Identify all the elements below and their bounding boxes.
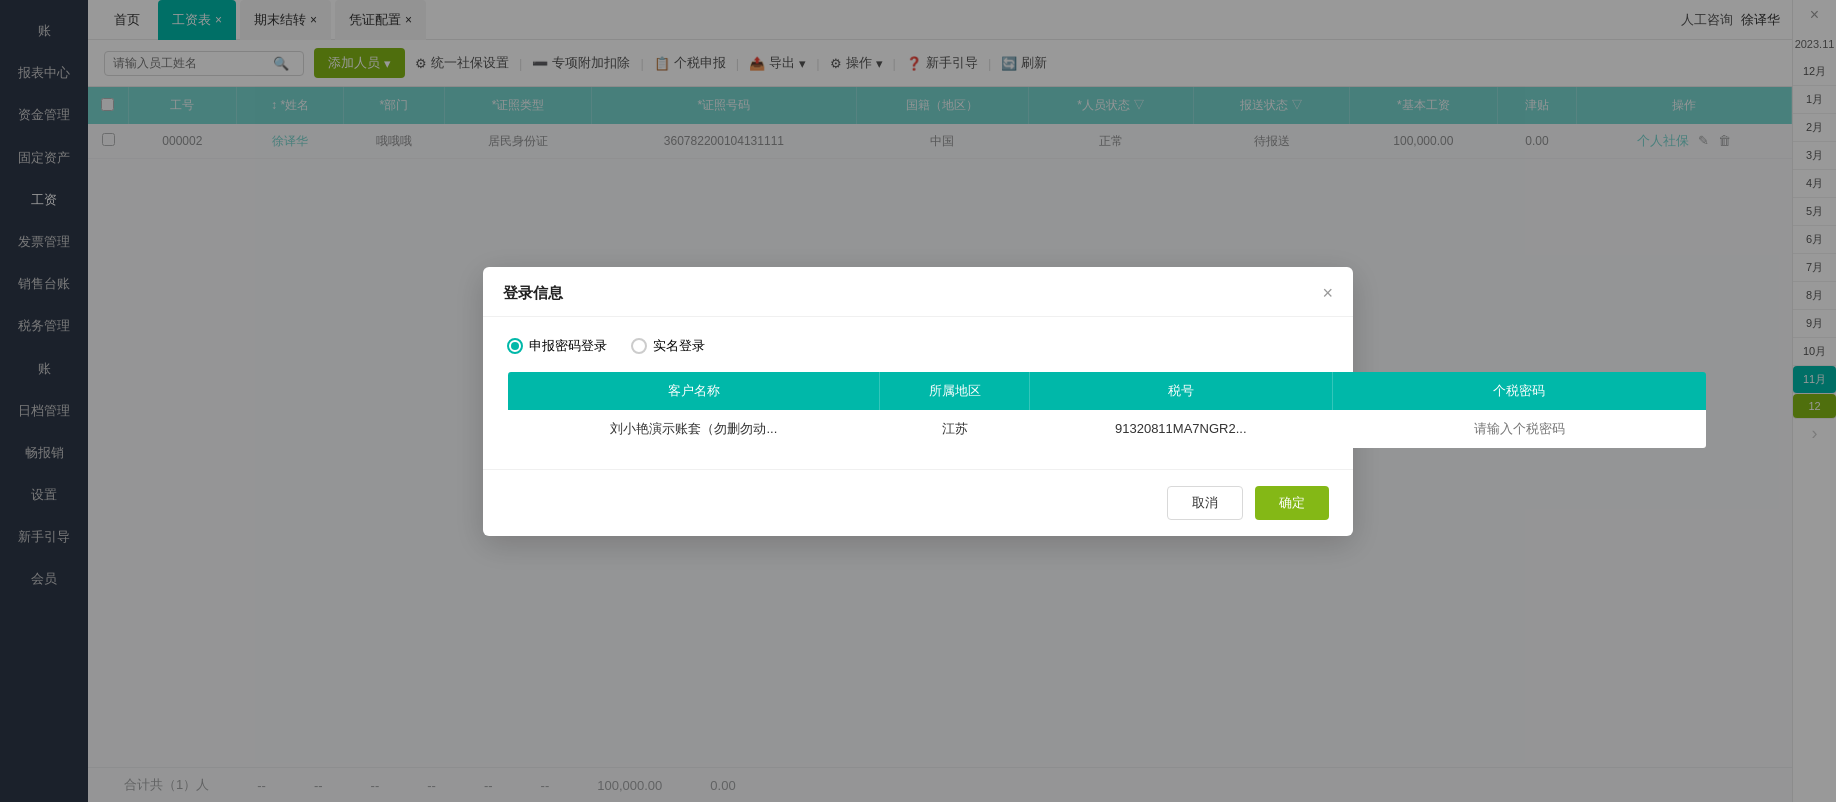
confirm-button[interactable]: 确定: [1255, 486, 1329, 520]
modal-footer: 取消 确定: [483, 469, 1353, 536]
modal-th-client-name: 客户名称: [508, 371, 880, 410]
radio-realname-login-circle: [631, 338, 647, 354]
radio-realname-login-label: 实名登录: [653, 337, 705, 355]
modal-th-tax-no: 税号: [1029, 371, 1332, 410]
modal-cell-password[interactable]: [1332, 410, 1706, 449]
modal-title: 登录信息: [503, 284, 563, 303]
modal-th-password: 个税密码: [1332, 371, 1706, 410]
radio-password-login-label: 申报密码登录: [529, 337, 607, 355]
modal-header: 登录信息 ×: [483, 267, 1353, 317]
modal-cell-client-name: 刘小艳演示账套（勿删勿动...: [508, 410, 880, 449]
modal-client-table: 客户名称 所属地区 税号 个税密码 刘小艳演示账套（勿删勿动... 江苏 913…: [507, 371, 1707, 449]
radio-password-login-circle: [507, 338, 523, 354]
radio-realname-login[interactable]: 实名登录: [631, 337, 705, 355]
login-info-modal: 登录信息 × 申报密码登录 实名登录 客户名称 所属地区: [483, 267, 1353, 536]
modal-table-row: 刘小艳演示账套（勿删勿动... 江苏 91320811MA7NGR2...: [508, 410, 1707, 449]
modal-close-button[interactable]: ×: [1322, 283, 1333, 304]
modal-th-region: 所属地区: [880, 371, 1030, 410]
modal-cell-tax-no: 91320811MA7NGR2...: [1029, 410, 1332, 449]
password-input[interactable]: [1344, 421, 1694, 436]
modal-overlay: 登录信息 × 申报密码登录 实名登录 客户名称 所属地区: [0, 0, 1836, 802]
cancel-button[interactable]: 取消: [1167, 486, 1243, 520]
radio-password-login[interactable]: 申报密码登录: [507, 337, 607, 355]
modal-body: 申报密码登录 实名登录 客户名称 所属地区 税号 个税密码: [483, 317, 1353, 469]
radio-group: 申报密码登录 实名登录: [507, 337, 1329, 355]
modal-cell-region: 江苏: [880, 410, 1030, 449]
